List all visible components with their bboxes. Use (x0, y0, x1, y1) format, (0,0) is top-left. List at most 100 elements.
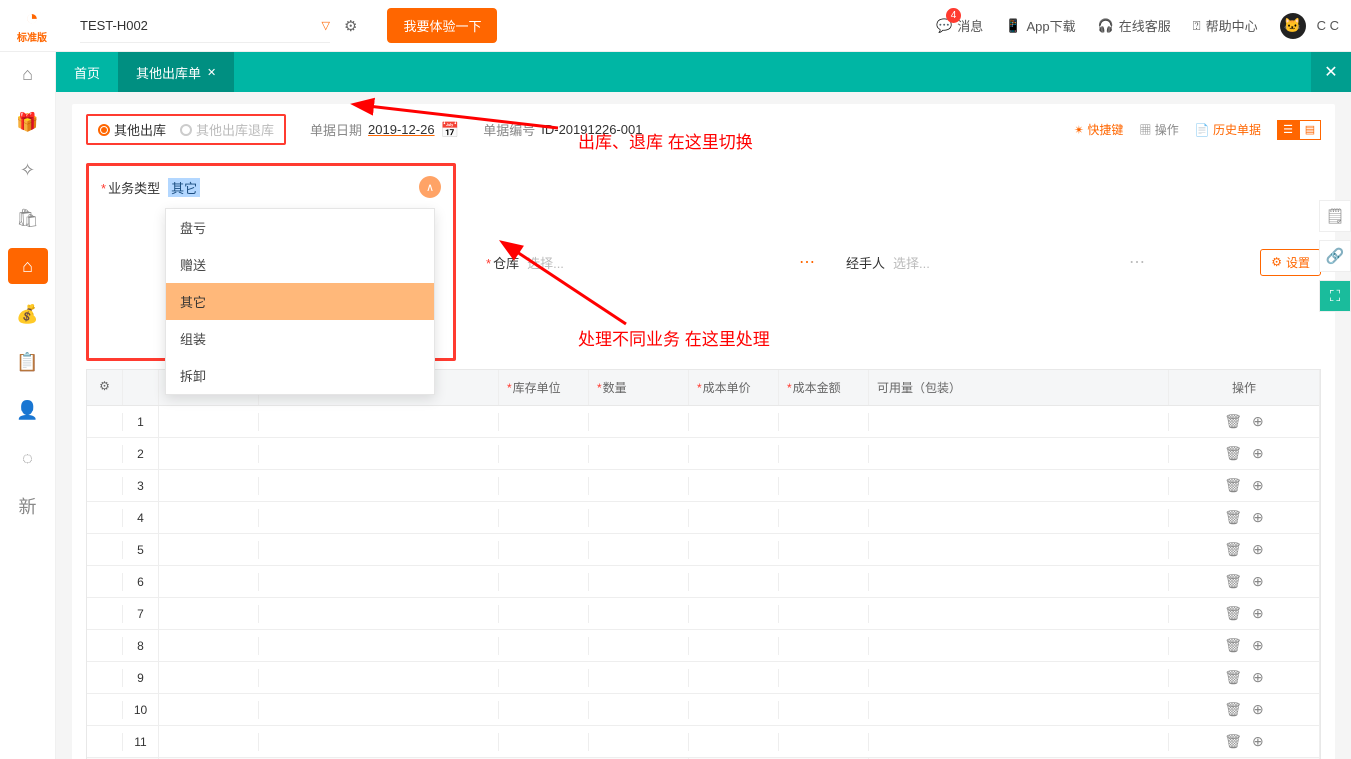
table-row[interactable]: 5🗑⊕ (87, 534, 1320, 566)
add-row-icon[interactable]: ⊕ (1252, 445, 1264, 462)
rail-sync-icon[interactable]: ◌ (8, 440, 48, 476)
right-float-rail: 🗒 🔗 ⛶ (1319, 200, 1351, 312)
table-row[interactable]: 4🗑⊕ (87, 502, 1320, 534)
try-button[interactable]: 我要体验一下 (387, 8, 497, 43)
add-row-icon[interactable]: ⊕ (1252, 669, 1264, 686)
headset-icon: 🎧 (1098, 18, 1114, 34)
chevron-up-icon[interactable]: ∧ (419, 176, 441, 198)
operate-link[interactable]: ▦ 操作 (1139, 121, 1178, 138)
dropdown-option-selected[interactable]: 其它 (166, 283, 434, 320)
top-links: 💬 4 消息 📱 App下载 🎧 在线客服 ⍰ 帮助中心 🐱 C C (936, 13, 1339, 39)
project-name: TEST-H002 (80, 18, 148, 33)
rail-money-icon[interactable]: 💰 (8, 296, 48, 332)
rail-bag-icon[interactable]: 🛍 (8, 200, 48, 236)
add-row-icon[interactable]: ⊕ (1252, 509, 1264, 526)
radio-dot-icon (180, 124, 192, 136)
delete-icon[interactable]: 🗑 (1224, 445, 1242, 462)
rail-contact-icon[interactable]: 👤 (8, 392, 48, 428)
link-icon[interactable]: 🔗 (1319, 240, 1351, 272)
table-row[interactable]: 11🗑⊕ (87, 726, 1320, 758)
phone-icon: 📱 (1005, 18, 1021, 34)
rail-clipboard-icon[interactable]: 📋 (8, 344, 48, 380)
annotation-arrow-2 (506, 242, 636, 335)
delete-icon[interactable]: 🗑 (1224, 413, 1242, 430)
add-row-icon[interactable]: ⊕ (1252, 701, 1264, 718)
delete-icon[interactable]: 🗑 (1224, 701, 1242, 718)
delete-icon[interactable]: 🗑 (1224, 733, 1242, 750)
page-tabs: 首页 其他出库单 ✕ ✕ (56, 52, 1351, 92)
tab-close-icon[interactable]: ✕ (207, 66, 216, 79)
business-type-field[interactable]: *业务类型 其它 ∧ (101, 176, 441, 198)
more-icon[interactable]: ⋯ (799, 252, 816, 272)
hotkey-link[interactable]: ✴ 快捷键 (1074, 121, 1123, 138)
history-link[interactable]: 📄 历史单据 (1195, 121, 1261, 138)
messages-badge: 4 (946, 8, 961, 23)
app-download-link[interactable]: 📱 App下载 (1005, 16, 1075, 35)
tab-other-outbound[interactable]: 其他出库单 ✕ (118, 52, 234, 92)
settings-icon[interactable]: ⚙ (344, 17, 357, 35)
rail-home-icon[interactable]: ⌂ (8, 56, 48, 92)
logo: ◔ 标准版 (12, 7, 52, 44)
delete-icon[interactable]: 🗑 (1224, 605, 1242, 622)
user-menu[interactable]: 🐱 C C (1280, 13, 1339, 39)
th-available: 可用量（包装） (869, 370, 1169, 405)
add-row-icon[interactable]: ⊕ (1252, 541, 1264, 558)
main-area: 首页 其他出库单 ✕ ✕ 其他出库 其 (56, 52, 1351, 759)
delete-icon[interactable]: 🗑 (1224, 509, 1242, 526)
view-toggle[interactable]: ☰ ▤ (1277, 120, 1321, 140)
dropdown-option[interactable]: 组装 (166, 320, 434, 357)
rail-warehouse-icon[interactable]: ⌂ (8, 248, 48, 284)
th-index (123, 370, 159, 405)
table-row[interactable]: 2🗑⊕ (87, 438, 1320, 470)
table-row[interactable]: 7🗑⊕ (87, 598, 1320, 630)
th-cost-price: *成本单价 (689, 370, 779, 405)
tab-home[interactable]: 首页 (56, 52, 118, 92)
note-icon[interactable]: 🗒 (1319, 200, 1351, 232)
chevron-down-icon: ▽ (322, 19, 330, 32)
delete-icon[interactable]: 🗑 (1224, 669, 1242, 686)
settings-button[interactable]: ⚙ 设置 (1260, 249, 1321, 276)
add-row-icon[interactable]: ⊕ (1252, 605, 1264, 622)
content: 其他出库 其他出库退库 单据日期 2019-12-26 📅 (56, 92, 1351, 759)
add-row-icon[interactable]: ⊕ (1252, 573, 1264, 590)
delete-icon[interactable]: 🗑 (1224, 637, 1242, 654)
table-row[interactable]: 3🗑⊕ (87, 470, 1320, 502)
table-row[interactable]: 6🗑⊕ (87, 566, 1320, 598)
table-row[interactable]: 10🗑⊕ (87, 694, 1320, 726)
delete-icon[interactable]: 🗑 (1224, 573, 1242, 590)
project-selector[interactable]: TEST-H002 ▽ (80, 9, 330, 43)
th-qty: *数量 (589, 370, 689, 405)
th-gear[interactable]: ⚙ (87, 370, 123, 405)
handler-field[interactable]: 经手人 选择... ⋯ (846, 252, 1146, 272)
add-row-icon[interactable]: ⊕ (1252, 637, 1264, 654)
business-type-input[interactable]: 其它 (168, 178, 411, 197)
rail-gift-icon[interactable]: 🎁 (8, 104, 48, 140)
messages-link[interactable]: 💬 4 消息 (936, 16, 983, 35)
radio-other-outbound[interactable]: 其他出库 (98, 120, 166, 139)
table-row[interactable]: 9🗑⊕ (87, 662, 1320, 694)
view-list-icon[interactable]: ☰ (1277, 120, 1299, 140)
table-row[interactable]: 8🗑⊕ (87, 630, 1320, 662)
add-row-icon[interactable]: ⊕ (1252, 413, 1264, 430)
annotation-arrow-1 (358, 100, 568, 137)
help-center-link[interactable]: ⍰ 帮助中心 (1193, 16, 1258, 35)
annotation-text-1: 出库、退库 在这里切换 (578, 128, 753, 153)
side-rail: ⌂ 🎁 ✧ 🛍 ⌂ 💰 📋 👤 ◌ 新 (0, 52, 56, 759)
add-row-icon[interactable]: ⊕ (1252, 733, 1264, 750)
table-row[interactable]: 1🗑⊕ (87, 406, 1320, 438)
more-icon[interactable]: ⋯ (1129, 252, 1146, 272)
view-grid-icon[interactable]: ▤ (1299, 120, 1321, 140)
rail-new-icon[interactable]: 新 (8, 488, 48, 524)
dropdown-option[interactable]: 盘亏 (166, 209, 434, 246)
dropdown-option[interactable]: 拆卸 (166, 357, 434, 394)
dropdown-option[interactable]: 赠送 (166, 246, 434, 283)
delete-icon[interactable]: 🗑 (1224, 541, 1242, 558)
add-row-icon[interactable]: ⊕ (1252, 477, 1264, 494)
delete-icon[interactable]: 🗑 (1224, 477, 1242, 494)
rail-diamond-icon[interactable]: ✧ (8, 152, 48, 188)
tabs-close-all[interactable]: ✕ (1311, 52, 1351, 92)
radio-other-outbound-return[interactable]: 其他出库退库 (180, 120, 274, 139)
page-card: 其他出库 其他出库退库 单据日期 2019-12-26 📅 (72, 104, 1335, 759)
expand-icon[interactable]: ⛶ (1319, 280, 1351, 312)
online-service-link[interactable]: 🎧 在线客服 (1098, 16, 1171, 35)
